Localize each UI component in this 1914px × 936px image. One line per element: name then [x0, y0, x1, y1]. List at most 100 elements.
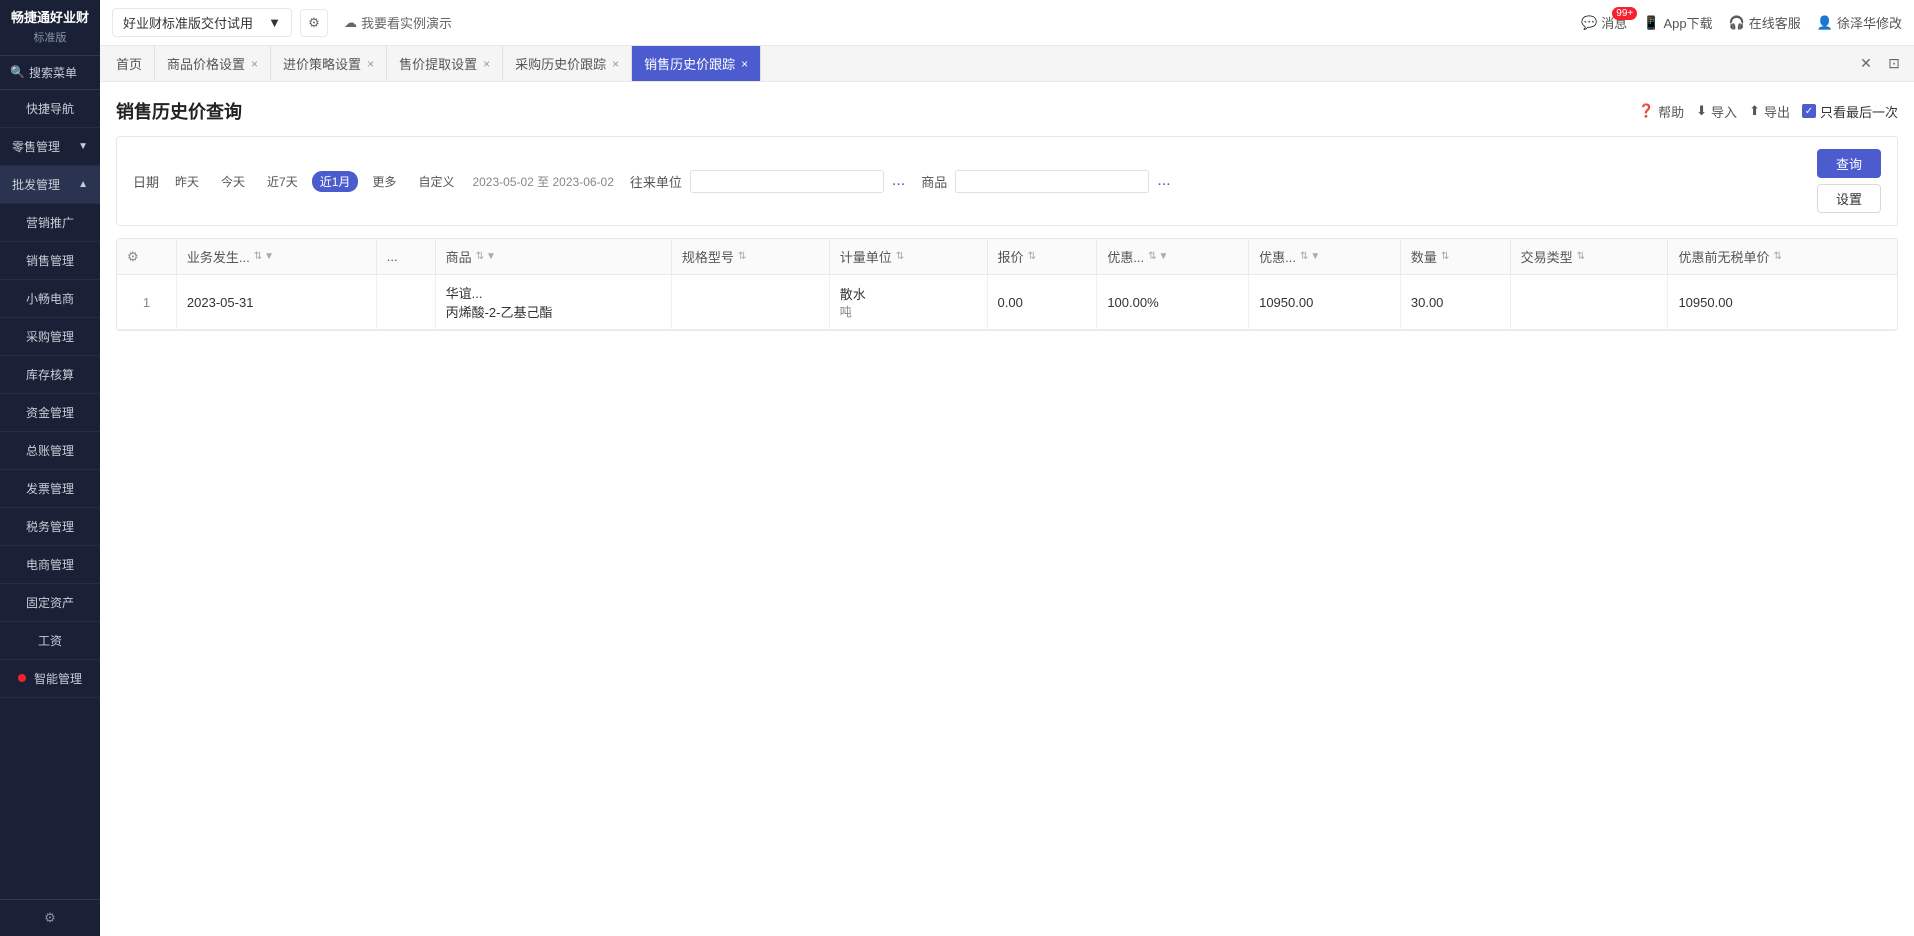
topbar: 好业财标准版交付试用 ▼ ⚙ ☁ 我要看实例演示 💬 消息 99+ 📱 App下… [100, 0, 1914, 46]
data-table-container: ⚙ 业务发生... ⇅ ▼ ... [116, 238, 1898, 331]
online-service-button[interactable]: 🎧 在线客服 [1729, 13, 1801, 32]
source-unit-label: 往来单位 [630, 172, 682, 191]
th-gear[interactable]: ⚙ [117, 239, 176, 275]
sidebar-item-wholesale[interactable]: 批发管理 ▲ [0, 166, 100, 204]
table-header-row: ⚙ 业务发生... ⇅ ▼ ... [117, 239, 1897, 275]
tab-home[interactable]: 首页 [104, 46, 155, 81]
table-row[interactable]: 1 2023-05-31 华谊... 丙烯酸-2-乙基己酯 散水吨 0.00 [117, 275, 1897, 330]
source-unit-dots[interactable]: ... [892, 172, 905, 190]
sidebar-search[interactable]: 🔍 搜索菜单 [0, 56, 100, 90]
cell-pretax-price: 10950.00 [1668, 275, 1897, 330]
filter-discount1-icon[interactable]: ▼ [1159, 251, 1169, 262]
sidebar-item-ecommerce-small[interactable]: 小畅电商 [0, 280, 100, 318]
filter-product-icon[interactable]: ▼ [486, 251, 496, 262]
th-discount2: 优惠... ⇅ ▼ [1249, 239, 1401, 275]
tab-purchase-history-label: 采购历史价跟踪 [515, 54, 606, 73]
import-button[interactable]: ⬇ 导入 [1696, 102, 1737, 121]
sidebar-item-tax[interactable]: 税务管理 [0, 508, 100, 546]
user-profile[interactable]: 👤 徐泽华修改 [1817, 13, 1902, 32]
data-table: ⚙ 业务发生... ⇅ ▼ ... [117, 239, 1897, 330]
tab-price-settings-label: 商品价格设置 [167, 54, 245, 73]
app-download-button[interactable]: 📱 App下载 [1643, 13, 1712, 32]
date-yesterday[interactable]: 昨天 [167, 171, 207, 192]
date-today[interactable]: 今天 [213, 171, 253, 192]
sidebar-item-quick-nav[interactable]: 快捷导航 [0, 90, 100, 128]
date-filter-group: 日期 昨天 今天 近7天 近1月 更多 自定义 2023-05-02 至 202… [133, 171, 614, 192]
sort-pretax-price-icon[interactable]: ⇅ [1773, 251, 1781, 262]
tab-close-price-extract[interactable]: × [483, 57, 490, 71]
tab-price-extract[interactable]: 售价提取设置 × [387, 46, 503, 81]
tab-close-sales-history[interactable]: × [741, 57, 748, 71]
cell-num: 1 [117, 275, 176, 330]
th-product-label: 商品 [446, 247, 472, 266]
source-unit-input[interactable] [690, 170, 884, 193]
sidebar-item-ecommerce[interactable]: 电商管理 [0, 546, 100, 584]
payroll-label: 工资 [38, 632, 62, 649]
th-discount1: 优惠... ⇅ ▼ [1097, 239, 1249, 275]
only-last-checkbox[interactable]: ✓ 只看最后一次 [1802, 102, 1898, 121]
sort-qty-icon[interactable]: ⇅ [1441, 251, 1449, 262]
filter-discount2-icon[interactable]: ▼ [1310, 251, 1320, 262]
filter-date-icon[interactable]: ▼ [264, 251, 274, 262]
sidebar-item-assets[interactable]: 固定资产 [0, 584, 100, 622]
sort-unit-icon[interactable]: ⇅ [896, 251, 904, 262]
sidebar-item-invoice[interactable]: 发票管理 [0, 470, 100, 508]
tab-close-purchase-strategy[interactable]: × [367, 57, 374, 71]
th-trade-type-label: 交易类型 [1521, 247, 1573, 266]
sidebar-settings[interactable]: ⚙ [0, 899, 100, 936]
sidebar-item-smart[interactable]: 智能管理 [0, 660, 100, 698]
sort-spec-icon[interactable]: ⇅ [738, 251, 746, 262]
app-logo: 畅捷通好业财 标准版 [0, 0, 100, 56]
tab-price-extract-label: 售价提取设置 [399, 54, 477, 73]
column-settings-icon[interactable]: ⚙ [127, 249, 139, 265]
messages-button[interactable]: 💬 消息 99+ [1581, 13, 1627, 32]
sidebar-item-sales[interactable]: 销售管理 [0, 242, 100, 280]
sidebar-item-payroll[interactable]: 工资 [0, 622, 100, 660]
sort-date-icon[interactable]: ⇅ [254, 251, 262, 262]
product-dots[interactable]: ... [1157, 172, 1170, 190]
help-button[interactable]: ❓ 帮助 [1638, 102, 1684, 121]
tab-purchase-strategy[interactable]: 进价策略设置 × [271, 46, 387, 81]
online-service-label: 在线客服 [1749, 13, 1801, 32]
sidebar-item-ledger[interactable]: 总账管理 [0, 432, 100, 470]
sort-price-icon[interactable]: ⇅ [1028, 251, 1036, 262]
smart-label: 智能管理 [34, 670, 82, 687]
date-1month[interactable]: 近1月 [312, 171, 359, 192]
user-name: 徐泽华修改 [1837, 13, 1902, 32]
sort-discount2-icon[interactable]: ⇅ [1300, 251, 1308, 262]
sidebar-item-inventory[interactable]: 库存核算 [0, 356, 100, 394]
tab-panel-expand-button[interactable]: ⊡ [1882, 52, 1906, 76]
settings-button[interactable]: ⚙ [300, 9, 328, 37]
th-unit-label: 计量单位 [840, 247, 892, 266]
main-area: 好业财标准版交付试用 ▼ ⚙ ☁ 我要看实例演示 💬 消息 99+ 📱 App下… [100, 0, 1914, 936]
sidebar-item-retail[interactable]: 零售管理 ▼ [0, 128, 100, 166]
sort-trade-type-icon[interactable]: ⇅ [1577, 251, 1585, 262]
settings-button-filter[interactable]: 设置 [1817, 184, 1881, 213]
page-actions: ❓ 帮助 ⬇ 导入 ⬆ 导出 ✓ 只看最后一次 [1638, 102, 1898, 121]
sort-product-icon[interactable]: ⇅ [476, 251, 484, 262]
version-text: 好业财标准版交付试用 [123, 13, 253, 32]
tab-sales-history-label: 销售历史价跟踪 [644, 54, 735, 73]
sidebar-item-finance[interactable]: 资金管理 [0, 394, 100, 432]
th-pretax-price: 优惠前无税单价 ⇅ [1668, 239, 1897, 275]
tab-panel-close-button[interactable]: ✕ [1854, 52, 1878, 76]
th-price: 报价 ⇅ [987, 239, 1097, 275]
tab-close-price-settings[interactable]: × [251, 57, 258, 71]
sidebar-item-marketing[interactable]: 营销推广 [0, 204, 100, 242]
tab-purchase-history[interactable]: 采购历史价跟踪 × [503, 46, 632, 81]
date-7days[interactable]: 近7天 [259, 171, 306, 192]
date-more[interactable]: 更多 [364, 171, 404, 192]
content-area: 销售历史价查询 ❓ 帮助 ⬇ 导入 ⬆ 导出 ✓ 只看最后一次 [100, 82, 1914, 936]
date-custom[interactable]: 自定义 [410, 171, 462, 192]
demo-button[interactable]: ☁ 我要看实例演示 [344, 13, 452, 32]
product-input[interactable] [955, 170, 1149, 193]
sidebar-item-purchase[interactable]: 采购管理 [0, 318, 100, 356]
export-button[interactable]: ⬆ 导出 [1749, 102, 1790, 121]
tab-price-settings[interactable]: 商品价格设置 × [155, 46, 271, 81]
tab-sales-history[interactable]: 销售历史价跟踪 × [632, 46, 761, 81]
version-selector[interactable]: 好业财标准版交付试用 ▼ [112, 8, 292, 37]
query-button[interactable]: 查询 [1817, 149, 1881, 178]
tab-close-purchase-history[interactable]: × [612, 57, 619, 71]
th-qty-label: 数量 [1411, 247, 1437, 266]
sort-discount1-icon[interactable]: ⇅ [1148, 251, 1156, 262]
